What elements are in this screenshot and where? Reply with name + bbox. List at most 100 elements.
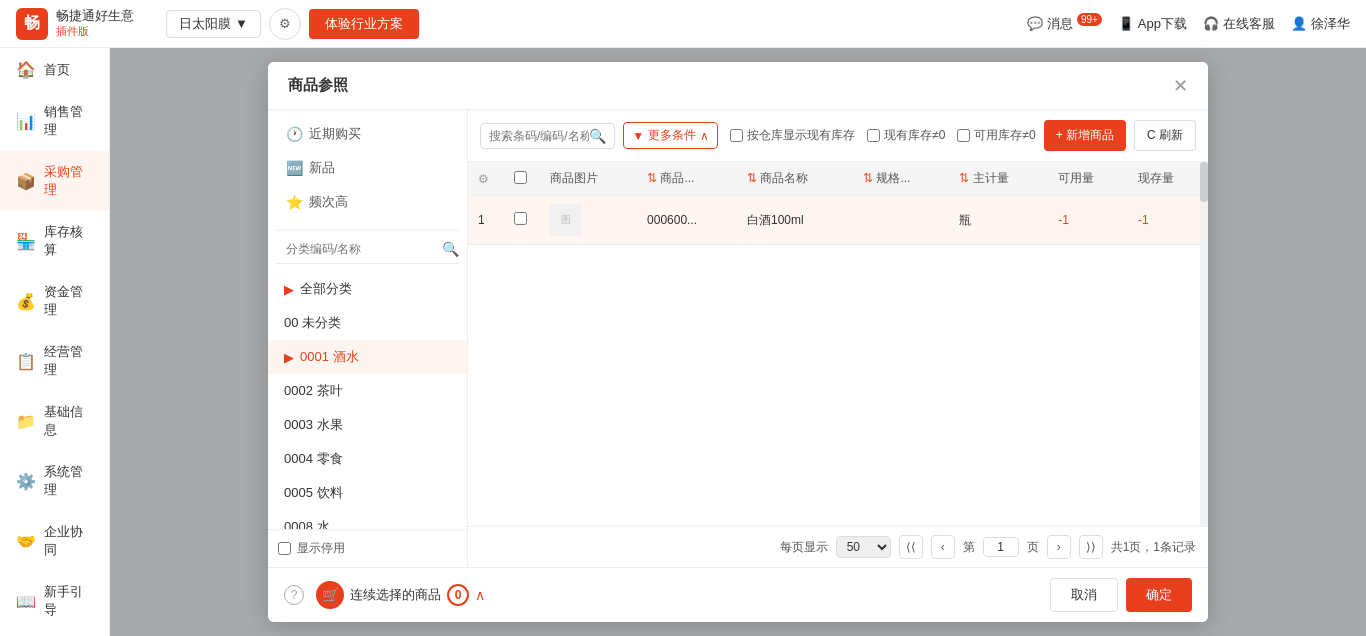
sidebar-item-apps[interactable]: 🖥️ 应用中心 (0, 631, 109, 636)
top-nav: 畅 畅捷通好生意 插件版 日太阳膜 ▼ ⚙ 体验行业方案 💬 消息 99+ 📱 … (0, 0, 1366, 48)
filter-nonzero-checkbox[interactable] (867, 129, 880, 142)
row-checkbox[interactable] (514, 212, 527, 225)
category-5[interactable]: 0005 饮料 (268, 476, 467, 510)
user-avatar[interactable]: 👤 徐泽华 (1291, 15, 1350, 33)
page-size-select[interactable]: 50 10 20 100 (836, 536, 891, 558)
frequent-tab[interactable]: ⭐ 频次高 (276, 186, 459, 218)
sales-icon: 📊 (16, 112, 36, 131)
page-label: 第 (963, 539, 975, 556)
sidebar-item-inventory[interactable]: 🏪 库存核算 (0, 211, 109, 271)
finance-icon: 💰 (16, 292, 36, 311)
divider (276, 230, 459, 231)
category-search-icon[interactable]: 🔍 (442, 241, 459, 257)
page-suffix: 页 (1027, 539, 1039, 556)
page-total-info: 共1页，1条记录 (1111, 539, 1196, 556)
prev-page-btn[interactable]: ‹ (931, 535, 955, 559)
sidebar-item-purchase[interactable]: 📦 采购管理 (0, 151, 109, 211)
product-search-bar: 🔍 ▼ 更多条件 ∧ 按仓库显示现有库存 (468, 110, 1208, 162)
ops-icon: 📋 (16, 352, 36, 371)
help-icon[interactable]: ? (284, 585, 304, 605)
filter-available-checkbox[interactable] (957, 129, 970, 142)
category-4[interactable]: 0004 零食 (268, 442, 467, 476)
th-name[interactable]: ⇅ 商品名称 (737, 162, 853, 196)
category-0[interactable]: 00 未分类 (268, 306, 467, 340)
th-available: 可用量 (1048, 162, 1128, 196)
collapse-icon[interactable]: ∧ (475, 587, 485, 603)
avatar-icon: 👤 (1291, 16, 1307, 31)
app-download-btn[interactable]: 📱 App下载 (1118, 15, 1187, 33)
guide-icon: 📖 (16, 592, 36, 611)
main-content: 商品参照 ✕ 🕐 近期购买 🆕 新品 (110, 48, 1366, 636)
refresh-button[interactable]: C 刷新 (1134, 120, 1196, 151)
show-disabled-checkbox[interactable] (278, 542, 291, 555)
category-1[interactable]: ▶ 0001 酒水 (268, 340, 467, 374)
cart-icon[interactable]: 🛒 (316, 581, 344, 609)
app-logo-icon: 畅 (16, 8, 48, 40)
pagination-bar: 每页显示 50 10 20 100 ⟨⟨ ‹ 第 页 › ⟩⟩ (468, 526, 1208, 567)
page-number-input[interactable] (983, 537, 1019, 557)
cancel-button[interactable]: 取消 (1050, 578, 1118, 612)
modal-close-button[interactable]: ✕ (1173, 77, 1188, 95)
product-table-wrap: ⚙ 商品图片 ⇅ (468, 162, 1208, 526)
scroll-thumb[interactable] (1200, 162, 1208, 202)
th-code[interactable]: ⇅ 商品... (637, 162, 737, 196)
filter-by-warehouse[interactable]: 按仓库显示现有库存 (730, 127, 855, 144)
modal-title: 商品参照 (288, 76, 348, 95)
filter-nonzero-stock[interactable]: 现有库存≠0 (867, 127, 945, 144)
sidebar-item-operations[interactable]: 📋 经营管理 (0, 331, 109, 391)
category-6[interactable]: 0008 水 (268, 510, 467, 529)
table-row[interactable]: 1 图 (468, 196, 1208, 245)
filter-icon: ▼ (632, 129, 644, 143)
modal-header: 商品参照 ✕ (268, 62, 1208, 110)
sidebar-item-finance[interactable]: 💰 资金管理 (0, 271, 109, 331)
category-list: ▶ 全部分类 00 未分类 ▶ 0001 酒水 0002 茶叶 (268, 268, 467, 529)
td-code: 000600... (637, 196, 737, 245)
td-stock: -1 (1128, 196, 1208, 245)
next-page-btn[interactable]: › (1047, 535, 1071, 559)
company-selector[interactable]: 日太阳膜 ▼ (166, 10, 261, 38)
th-unit[interactable]: ⇅ 主计量 (949, 162, 1048, 196)
category-3[interactable]: 0003 水果 (268, 408, 467, 442)
sort-arrows: ⇅ (647, 171, 657, 185)
product-search-input[interactable] (489, 129, 589, 143)
confirm-button[interactable]: 确定 (1126, 578, 1192, 612)
sidebar-item-home[interactable]: 🏠 首页 (0, 48, 109, 91)
arrow-icon-1: ▶ (284, 350, 294, 365)
category-2[interactable]: 0002 茶叶 (268, 374, 467, 408)
logo-area: 畅 畅捷通好生意 插件版 (16, 8, 146, 40)
product-search-icon[interactable]: 🔍 (589, 128, 606, 144)
filter-warehouse-checkbox[interactable] (730, 129, 743, 142)
footer-buttons: 取消 确定 (1050, 578, 1192, 612)
product-thumbnail: 图 (550, 204, 582, 236)
search-actions: + 新增商品 C 刷新 (1044, 120, 1196, 151)
trial-btn[interactable]: 体验行业方案 (309, 9, 419, 39)
td-spec (853, 196, 949, 245)
first-page-btn[interactable]: ⟨⟨ (899, 535, 923, 559)
sidebar-item-system[interactable]: ⚙️ 系统管理 (0, 451, 109, 511)
category-all[interactable]: ▶ 全部分类 (268, 272, 467, 306)
online-service-btn[interactable]: 🎧 在线客服 (1203, 15, 1275, 33)
sort-arrows-unit: ⇅ (959, 171, 969, 185)
th-settings[interactable]: ⚙ (468, 162, 504, 196)
last-page-btn[interactable]: ⟩⟩ (1079, 535, 1103, 559)
modal-left-panel: 🕐 近期购买 🆕 新品 ⭐ 频次高 (268, 110, 468, 567)
new-products-tab[interactable]: 🆕 新品 (276, 152, 459, 184)
sidebar-item-basic[interactable]: 📁 基础信息 (0, 391, 109, 451)
scrollbar[interactable] (1200, 162, 1208, 526)
sidebar-item-guide[interactable]: 📖 新手引导 (0, 571, 109, 631)
chevron-up-icon: ∧ (700, 129, 709, 143)
add-product-button[interactable]: + 新增商品 (1044, 120, 1126, 151)
star-icon: ⭐ (286, 194, 303, 210)
sidebar-item-sales[interactable]: 📊 销售管理 (0, 91, 109, 151)
column-settings-icon[interactable]: ⚙ (478, 172, 489, 186)
filter-nonzero-available[interactable]: 可用库存≠0 (957, 127, 1035, 144)
more-filter-btn[interactable]: ▼ 更多条件 ∧ (623, 122, 718, 149)
th-spec[interactable]: ⇅ 规格... (853, 162, 949, 196)
category-search-input[interactable] (286, 242, 436, 256)
show-disabled-label[interactable]: 显示停用 (278, 540, 457, 557)
recent-purchase-tab[interactable]: 🕐 近期购买 (276, 118, 459, 150)
settings-icon[interactable]: ⚙ (269, 8, 301, 40)
messages-btn[interactable]: 💬 消息 99+ (1027, 15, 1102, 33)
sidebar-item-enterprise[interactable]: 🤝 企业协同 (0, 511, 109, 571)
select-all-checkbox[interactable] (514, 171, 527, 184)
